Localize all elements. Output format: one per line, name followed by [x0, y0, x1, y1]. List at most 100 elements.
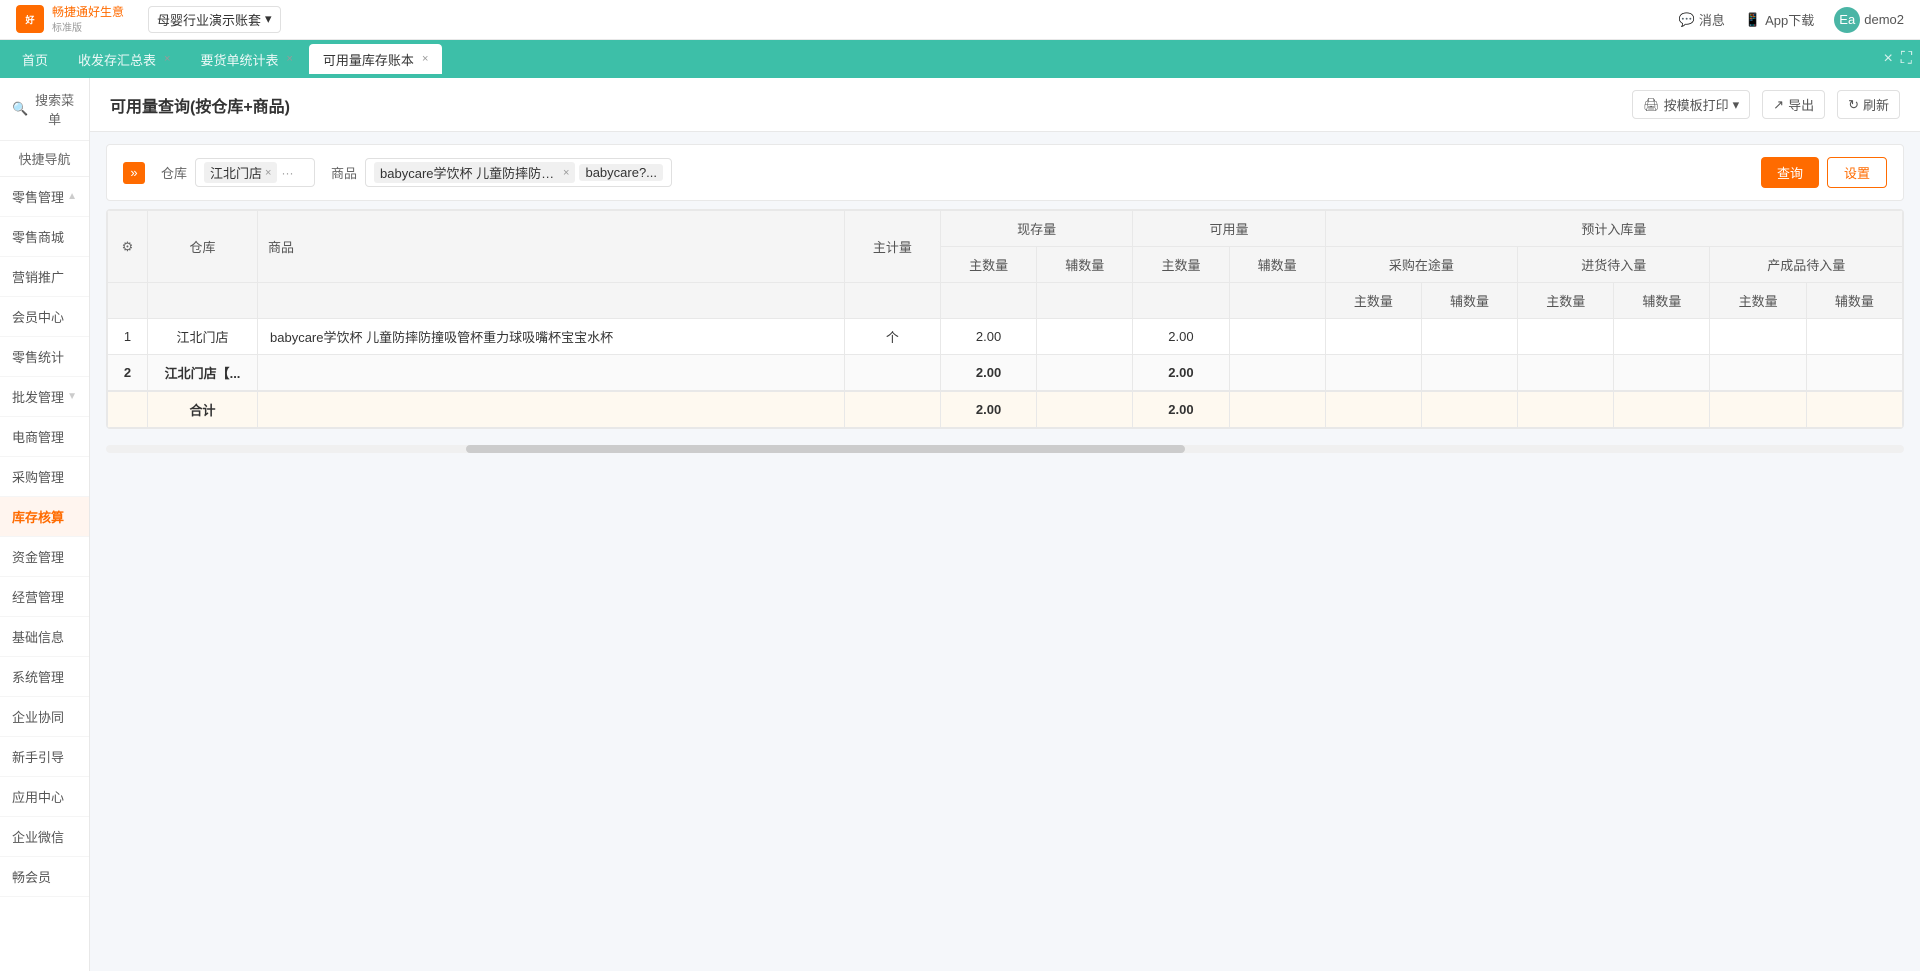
td-proc-main-2	[1325, 355, 1421, 392]
sidebar-item-retail-mgmt[interactable]: 零售管理 ▲	[0, 177, 89, 217]
sidebar-item-operations[interactable]: 经营管理	[0, 577, 89, 617]
td-incoming-aux-2	[1614, 355, 1710, 392]
fullscreen-icon[interactable]: ⛶	[1901, 50, 1912, 68]
filter-actions: 查询 设置	[1761, 157, 1887, 188]
sidebar-item-newbie[interactable]: 新手引导	[0, 737, 89, 777]
sidebar-item-enterprise-wechat[interactable]: 企业微信	[0, 817, 89, 857]
sidebar-item-system-label: 系统管理	[12, 667, 64, 686]
sidebar-item-ecommerce[interactable]: 电商管理	[0, 417, 89, 457]
message-btn[interactable]: 💬 消息	[1679, 10, 1725, 29]
sidebar-item-inventory[interactable]: 库存核算	[0, 497, 89, 537]
warehouse-tags[interactable]: 江北门店 × ···	[195, 158, 315, 187]
td-proc-aux-2	[1421, 355, 1517, 392]
print-template-btn[interactable]: 🖨 按模板打印 ▾	[1632, 90, 1750, 119]
expand-icon: »	[130, 165, 137, 180]
tab-requisition-stats[interactable]: 要货单统计表 ×	[186, 44, 306, 74]
td-prod-aux-1	[1806, 319, 1902, 355]
td-prod-main-2	[1710, 355, 1806, 392]
sidebar-item-wholesale-mgmt-label: 批发管理	[12, 387, 64, 406]
sidebar-item-wholesale-mgmt[interactable]: 批发管理 ▼	[0, 377, 89, 417]
sidebar-search-section: 🔍 搜索菜单	[0, 78, 89, 141]
td-prod-main-1	[1710, 319, 1806, 355]
page-title: 可用量查询(按仓库+商品)	[110, 93, 290, 117]
td-product-1: babycare学饮杯 儿童防摔防撞吸管杯重力球吸嘴杯宝宝水杯	[258, 319, 845, 355]
td-prod-aux-2	[1806, 355, 1902, 392]
remove-warehouse-tag[interactable]: ×	[265, 167, 271, 179]
sidebar-item-app-center[interactable]: 应用中心	[0, 777, 89, 817]
search-menu-btn[interactable]: 🔍 搜索菜单	[8, 86, 81, 132]
filter-expand-btn[interactable]: »	[123, 162, 145, 184]
sidebar-item-ecommerce-label: 电商管理	[12, 427, 64, 446]
warehouse-more-icon[interactable]: ···	[281, 166, 293, 180]
settings-icon[interactable]: ⚙	[122, 239, 134, 254]
footer-inc-main	[1518, 391, 1614, 428]
sidebar-item-basic-info-label: 基础信息	[12, 627, 64, 646]
quick-nav-btn[interactable]: 快捷导航	[0, 141, 89, 177]
td-available-aux-2	[1229, 355, 1325, 392]
tab-income-summary-close[interactable]: ×	[164, 53, 170, 65]
th-current-main: 主数量	[940, 247, 1036, 283]
footer-proc-aux	[1421, 391, 1517, 428]
tab-requisition-stats-close[interactable]: ×	[286, 53, 292, 65]
scroll-thumb[interactable]	[466, 445, 1185, 453]
footer-unit	[844, 391, 940, 428]
th-spacer-ca	[1037, 283, 1133, 319]
sidebar-item-system[interactable]: 系统管理	[0, 657, 89, 697]
th-spacer-no	[108, 283, 148, 319]
th-warehouse: 仓库	[148, 211, 258, 283]
chevron-up-icon: ▲	[67, 191, 77, 202]
app-download-btn[interactable]: 📱 App下载	[1745, 10, 1814, 29]
export-btn[interactable]: ↗ 导出	[1762, 90, 1825, 119]
sidebar: 🔍 搜索菜单 快捷导航 零售管理 ▲ 零售商城 营销推广 会员中心 零售统计 批…	[0, 78, 90, 971]
sidebar-item-member[interactable]: 会员中心	[0, 297, 89, 337]
sidebar-item-vip[interactable]: 畅会员	[0, 857, 89, 897]
td-current-main-1: 2.00	[940, 319, 1036, 355]
remove-product-tag[interactable]: ×	[563, 167, 569, 179]
sidebar-item-finance[interactable]: 资金管理	[0, 537, 89, 577]
account-selector[interactable]: 母婴行业演示账套 ▾	[148, 6, 281, 33]
sidebar-item-retail-stats[interactable]: 零售统计	[0, 337, 89, 377]
td-no-2: 2	[108, 355, 148, 392]
th-product: 商品	[258, 211, 845, 283]
td-available-main-2: 2.00	[1133, 355, 1229, 392]
product-tags[interactable]: babycare学饮杯 儿童防摔防撞吸管杯重力球吸嘴杯宝宝水杯 × babyca…	[365, 158, 672, 187]
footer-proc-main	[1325, 391, 1421, 428]
sidebar-item-purchase-label: 采购管理	[12, 467, 64, 486]
tab-available-inventory-label: 可用量库存账本	[323, 50, 414, 69]
table-header-row-1: ⚙ 仓库 商品 主计量 现存量 可用量 预计入库量	[108, 211, 1903, 247]
td-unit-2	[844, 355, 940, 392]
sidebar-item-enterprise[interactable]: 企业协同	[0, 697, 89, 737]
tab-requisition-stats-label: 要货单统计表	[200, 50, 278, 69]
print-label: 按模板打印	[1664, 95, 1729, 114]
td-warehouse-1: 江北门店	[148, 319, 258, 355]
td-warehouse-2: 江北门店【...	[148, 355, 258, 392]
main-layout: 🔍 搜索菜单 快捷导航 零售管理 ▲ 零售商城 营销推广 会员中心 零售统计 批…	[0, 78, 1920, 971]
tab-available-inventory-close[interactable]: ×	[422, 53, 428, 65]
td-product-2	[258, 355, 845, 392]
sidebar-item-app-center-label: 应用中心	[12, 787, 64, 806]
tab-home[interactable]: 首页	[8, 44, 62, 74]
refresh-btn[interactable]: ↻ 刷新	[1837, 90, 1900, 119]
sidebar-item-purchase[interactable]: 采购管理	[0, 457, 89, 497]
product-filter: 商品 babycare学饮杯 儿童防摔防撞吸管杯重力球吸嘴杯宝宝水杯 × bab…	[331, 158, 672, 187]
top-bar-left: 好 畅捷通好生意 标准版 母婴行业演示账套 ▾	[16, 5, 281, 34]
tab-home-label: 首页	[22, 50, 48, 69]
sidebar-item-marketing[interactable]: 营销推广	[0, 257, 89, 297]
footer-prod-aux	[1806, 391, 1902, 428]
td-current-main-2: 2.00	[940, 355, 1036, 392]
logo-icon: 好	[16, 5, 44, 33]
close-all-tabs-icon[interactable]: ×	[1883, 50, 1892, 68]
setting-btn[interactable]: 设置	[1827, 157, 1887, 188]
sidebar-item-basic-info[interactable]: 基础信息	[0, 617, 89, 657]
tab-income-summary[interactable]: 收发存汇总表 ×	[64, 44, 184, 74]
sidebar-item-retail-mall[interactable]: 零售商城	[0, 217, 89, 257]
chevron-down-icon: ▾	[265, 11, 272, 27]
export-label: 导出	[1788, 95, 1814, 114]
user-menu[interactable]: Ea demo2	[1834, 7, 1904, 33]
query-btn[interactable]: 查询	[1761, 157, 1819, 188]
horizontal-scrollbar[interactable]	[106, 445, 1904, 453]
product-label: 商品	[331, 163, 357, 182]
tab-available-inventory[interactable]: 可用量库存账本 ×	[309, 44, 442, 74]
chevron-down-icon: ▾	[1733, 97, 1740, 113]
sidebar-item-retail-mall-label: 零售商城	[12, 227, 64, 246]
